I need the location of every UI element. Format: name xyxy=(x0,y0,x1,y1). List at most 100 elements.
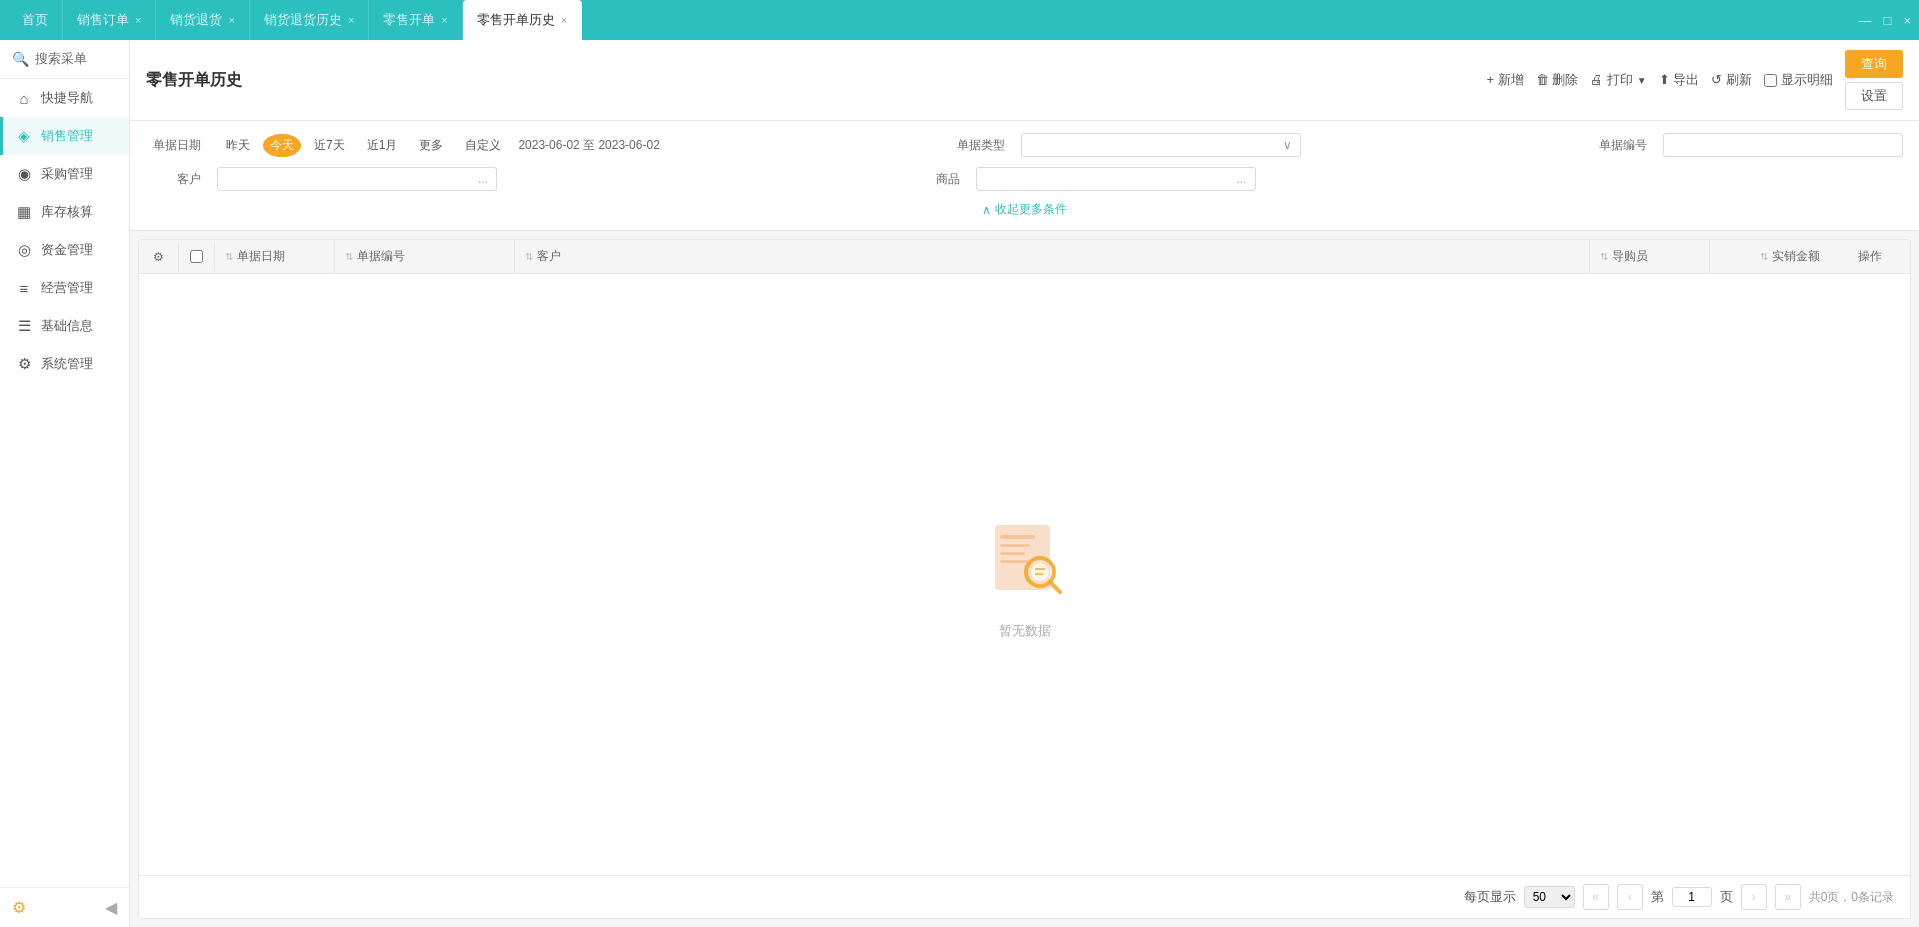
sort-icon[interactable]: ⇅ xyxy=(345,251,353,262)
window-controls: — □ × xyxy=(1859,13,1911,28)
customer-dots: ... xyxy=(478,172,488,186)
tab-close-icon[interactable]: × xyxy=(348,14,354,26)
date-range-display: 2023-06-02 至 2023-06-02 xyxy=(518,137,659,154)
new-button[interactable]: + 新增 xyxy=(1486,71,1523,89)
svg-rect-4 xyxy=(1000,560,1028,563)
sidebar-item-sales[interactable]: ◈ 销售管理 xyxy=(0,117,129,155)
tab-return[interactable]: 销货退货 × xyxy=(156,0,249,40)
tab-home[interactable]: 首页 xyxy=(8,0,63,40)
svg-rect-2 xyxy=(1000,544,1030,547)
sidebar-item-system[interactable]: ⚙ 系统管理 xyxy=(0,345,129,383)
tab-close-icon[interactable]: × xyxy=(135,14,141,26)
goods-filter-label: 商品 xyxy=(905,171,960,188)
main-layout: 🔍 搜索采单 ⌂ 快捷导航 ◈ 销售管理 ◉ 采购管理 ▦ 库存核算 ◎ 资金管… xyxy=(0,40,1919,927)
col-amount: ⇅ 实销金额 xyxy=(1710,240,1830,273)
tab-retail-order[interactable]: 零售开单 × xyxy=(369,0,462,40)
date-btn-yesterday[interactable]: 昨天 xyxy=(217,134,259,157)
sidebar-item-basic[interactable]: ☰ 基础信息 xyxy=(0,307,129,345)
date-btn-7days[interactable]: 近7天 xyxy=(305,134,354,157)
sidebar-item-inventory[interactable]: ▦ 库存核算 xyxy=(0,193,129,231)
print-button[interactable]: 🖨 打印 ▼ xyxy=(1590,71,1647,89)
col-customer: ⇅ 客户 xyxy=(515,240,1590,273)
empty-state: 暂无数据 xyxy=(975,510,1075,640)
no-input[interactable] xyxy=(1663,133,1903,157)
date-btn-more[interactable]: 更多 xyxy=(410,134,452,157)
sort-icon[interactable]: ⇅ xyxy=(1760,251,1768,262)
query-button[interactable]: 查询 xyxy=(1845,50,1903,78)
date-btn-today[interactable]: 今天 xyxy=(263,134,301,157)
goods-dots: ... xyxy=(1236,172,1246,186)
svg-rect-3 xyxy=(1000,552,1025,555)
type-select[interactable]: ∨ xyxy=(1021,133,1301,157)
next-page-button[interactable]: › xyxy=(1741,884,1767,910)
sidebar-item-quick-nav[interactable]: ⌂ 快捷导航 xyxy=(0,79,129,117)
filter-row-1: 单据日期 昨天 今天 近7天 近1月 更多 自定义 2023-06-02 至 2… xyxy=(146,133,1903,157)
display-detail-toggle[interactable]: 显示明细 xyxy=(1764,71,1833,89)
first-page-button[interactable]: « xyxy=(1583,884,1609,910)
search-icon: 🔍 xyxy=(12,51,29,67)
basic-icon: ☰ xyxy=(15,317,33,335)
empty-text: 暂无数据 xyxy=(999,622,1051,640)
tab-close-icon[interactable]: × xyxy=(561,14,567,26)
close-button[interactable]: × xyxy=(1903,13,1911,28)
refresh-button[interactable]: ↺ 刷新 xyxy=(1711,71,1752,89)
date-filter-label: 单据日期 xyxy=(146,137,201,154)
date-btn-1month[interactable]: 近1月 xyxy=(358,134,407,157)
collapse-bar[interactable]: ∧ 收起更多条件 xyxy=(146,201,1903,218)
svg-rect-1 xyxy=(1000,535,1035,539)
delete-button[interactable]: 🗑 删除 xyxy=(1536,71,1579,89)
tab-close-icon[interactable]: × xyxy=(441,14,447,26)
page-total: 共0页，0条记录 xyxy=(1809,889,1894,906)
settings-gear-icon[interactable]: ⚙ xyxy=(12,898,26,917)
export-button[interactable]: ⬆ 导出 xyxy=(1659,71,1700,89)
col-checkbox[interactable] xyxy=(179,242,215,271)
empty-illustration xyxy=(975,510,1075,610)
customer-select[interactable]: ... xyxy=(217,167,497,191)
sidebar-item-purchase[interactable]: ◉ 采购管理 xyxy=(0,155,129,193)
sidebar: 🔍 搜索采单 ⌂ 快捷导航 ◈ 销售管理 ◉ 采购管理 ▦ 库存核算 ◎ 资金管… xyxy=(0,40,130,927)
maximize-button[interactable]: □ xyxy=(1884,13,1892,28)
home-icon: ⌂ xyxy=(15,90,33,107)
system-icon: ⚙ xyxy=(15,355,33,373)
filter-row-2: 客户 ... 商品 ... xyxy=(146,167,1903,191)
setting-button[interactable]: 设置 xyxy=(1845,82,1903,110)
col-date: ⇅ 单据日期 xyxy=(215,240,335,273)
page-header: 零售开单历史 + 新增 🗑 删除 🖨 打印 ▼ ⬆ 导出 ↺ 刷新 xyxy=(130,40,1919,121)
sales-icon: ◈ xyxy=(15,127,33,145)
last-page-button[interactable]: » xyxy=(1775,884,1801,910)
sort-icon[interactable]: ⇅ xyxy=(1600,251,1608,262)
settings-col-icon: ⚙ xyxy=(153,250,164,264)
prev-page-button[interactable]: ‹ xyxy=(1617,884,1643,910)
operation-icon: ≡ xyxy=(15,280,33,297)
collapse-icon: ∧ xyxy=(982,203,991,217)
sort-icon[interactable]: ⇅ xyxy=(225,251,233,262)
tab-close-icon[interactable]: × xyxy=(228,14,234,26)
sidebar-item-operation[interactable]: ≡ 经营管理 xyxy=(0,269,129,307)
next-page-icon: › xyxy=(1752,890,1756,904)
tab-retail-history[interactable]: 零售开单历史 × xyxy=(463,0,582,40)
tab-sales-order[interactable]: 销售订单 × xyxy=(63,0,156,40)
goods-select[interactable]: ... xyxy=(976,167,1256,191)
per-page-select[interactable]: 50 10 20 100 xyxy=(1524,886,1575,908)
col-no: ⇅ 单据编号 xyxy=(335,240,515,273)
table-area: ⚙ ⇅ 单据日期 ⇅ 单据编号 ⇅ 客户 ⇅ xyxy=(138,239,1911,919)
content-area: 零售开单历史 + 新增 🗑 删除 🖨 打印 ▼ ⬆ 导出 ↺ 刷新 xyxy=(130,40,1919,927)
tab-bar: 首页 销售订单 × 销货退货 × 销货退货历史 × 零售开单 × 零售开单历史 … xyxy=(8,0,1859,40)
print-dropdown-icon[interactable]: ▼ xyxy=(1637,75,1647,86)
collapse-sidebar-icon[interactable]: ◀ xyxy=(105,898,117,917)
display-detail-checkbox[interactable] xyxy=(1764,74,1777,87)
filter-area: 单据日期 昨天 今天 近7天 近1月 更多 自定义 2023-06-02 至 2… xyxy=(130,121,1919,231)
select-all-checkbox[interactable] xyxy=(190,250,203,263)
inventory-icon: ▦ xyxy=(15,203,33,221)
page-title: 零售开单历史 xyxy=(146,70,242,91)
first-page-icon: « xyxy=(1592,890,1599,904)
date-btn-custom[interactable]: 自定义 xyxy=(456,134,510,157)
minimize-button[interactable]: — xyxy=(1859,13,1872,28)
sort-icon[interactable]: ⇅ xyxy=(525,251,533,262)
tab-return-history[interactable]: 销货退货历史 × xyxy=(250,0,369,40)
page-input[interactable] xyxy=(1672,887,1712,907)
col-settings[interactable]: ⚙ xyxy=(139,242,179,272)
sidebar-item-finance[interactable]: ◎ 资金管理 xyxy=(0,231,129,269)
date-buttons: 昨天 今天 近7天 近1月 更多 自定义 2023-06-02 至 2023-0… xyxy=(217,134,660,157)
sidebar-search[interactable]: 🔍 搜索采单 xyxy=(0,40,129,79)
